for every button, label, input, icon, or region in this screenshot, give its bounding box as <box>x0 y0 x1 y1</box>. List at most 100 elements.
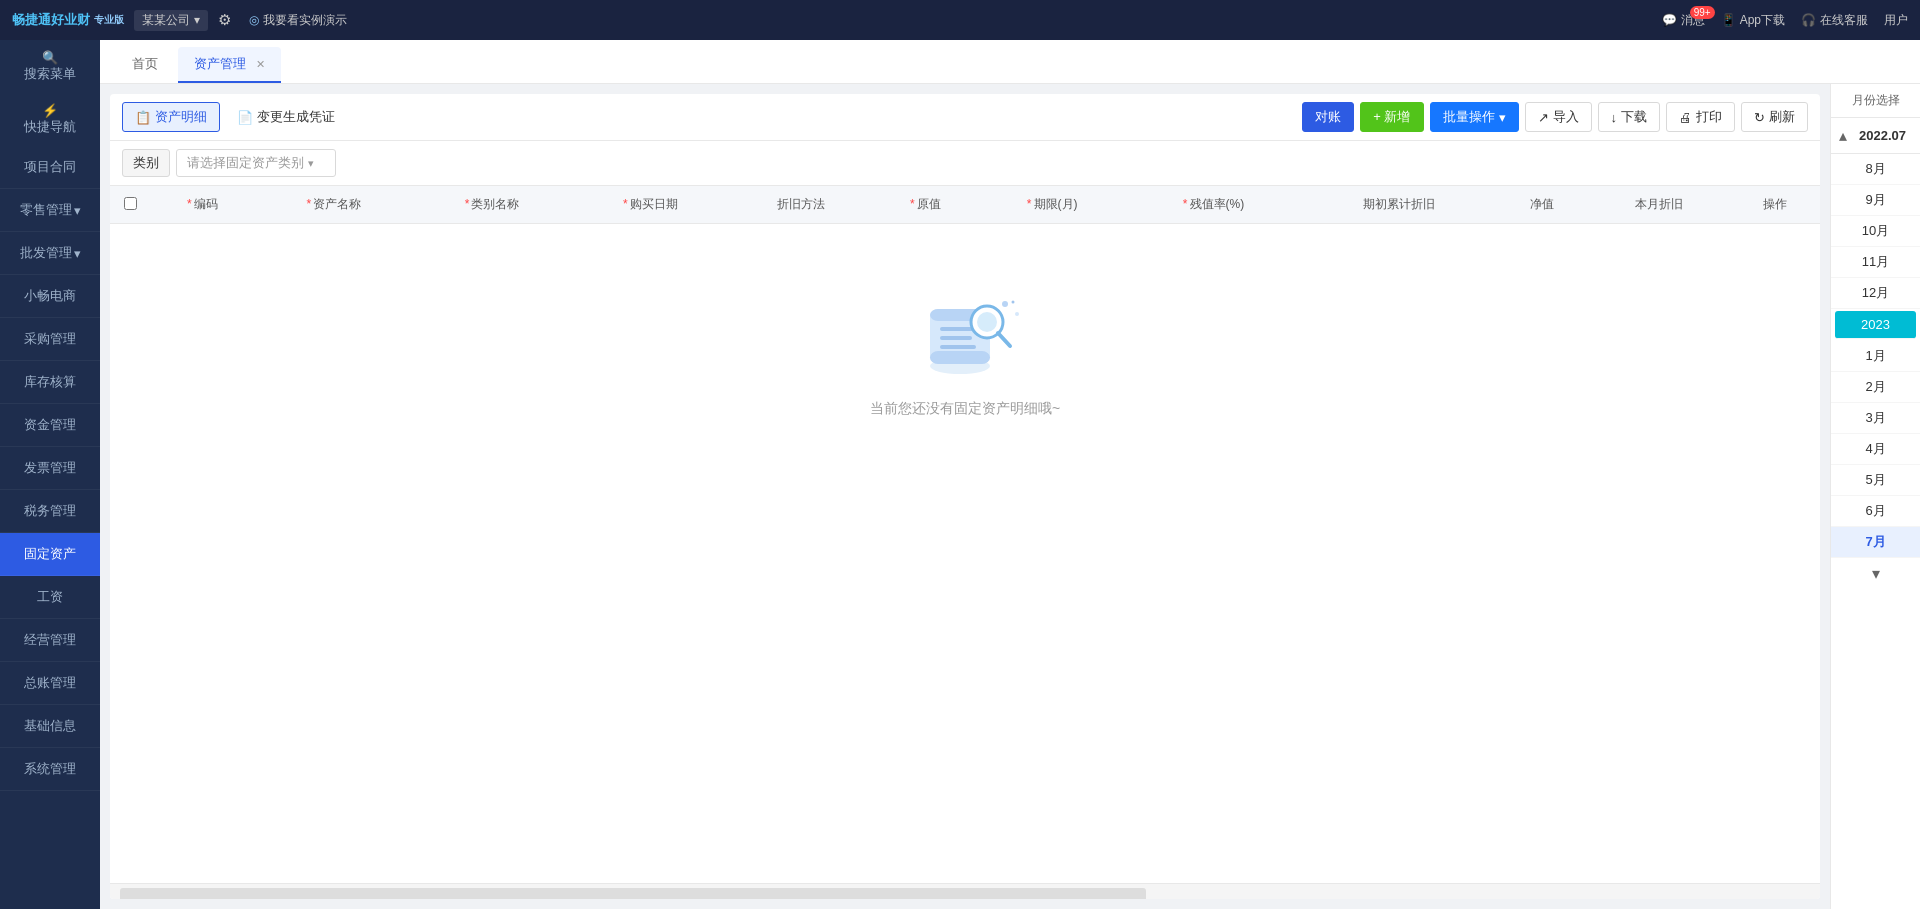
search-icon: 🔍 <box>8 50 92 65</box>
download-button[interactable]: ↓ 下载 <box>1598 102 1661 132</box>
app-download-button[interactable]: 📱 App下载 <box>1721 12 1785 29</box>
month-item-9[interactable]: 9月 <box>1831 185 1920 216</box>
demo-label: 我要看实例演示 <box>263 12 347 29</box>
sidebar-item-basic-info[interactable]: 基础信息 <box>0 705 100 748</box>
tab-close-icon[interactable]: ✕ <box>256 58 265 70</box>
sidebar-item-ecommerce[interactable]: 小畅电商 <box>0 275 100 318</box>
refresh-icon: ↻ <box>1754 110 1765 125</box>
th-operation: 操作 <box>1730 186 1820 224</box>
reconcile-button[interactable]: 对账 <box>1302 102 1354 132</box>
month-item-4[interactable]: 4月 <box>1831 434 1920 465</box>
month-item-3[interactable]: 3月 <box>1831 403 1920 434</box>
online-service-button[interactable]: 🎧 在线客服 <box>1801 12 1868 29</box>
sub-tabs: 📋 资产明细 📄 变更生成凭证 对账 + 新增 <box>110 94 1820 141</box>
page-content: 📋 资产明细 📄 变更生成凭证 对账 + 新增 <box>100 84 1920 909</box>
th-residual-rate: *残值率(%) <box>1127 186 1300 224</box>
sidebar-item-invoice[interactable]: 发票管理 <box>0 447 100 490</box>
tab-home-label: 首页 <box>132 56 158 71</box>
add-label: + 新增 <box>1373 108 1410 126</box>
refresh-label: 刷新 <box>1769 108 1795 126</box>
retail-arrow-icon <box>74 203 81 218</box>
asset-detail-label: 资产明细 <box>155 108 207 126</box>
th-net-value: 净值 <box>1497 186 1587 224</box>
import-icon: ↗ <box>1538 110 1549 125</box>
demo-link[interactable]: ◎ 我要看实例演示 <box>249 12 347 29</box>
topbar-right: 💬 消息 99+ 📱 App下载 🎧 在线客服 用户 <box>1662 12 1908 29</box>
month-item-7[interactable]: 7月 <box>1831 527 1920 558</box>
company-selector[interactable]: 某某公司 ▾ <box>134 10 208 31</box>
sidebar-item-inventory[interactable]: 库存核算 <box>0 361 100 404</box>
topbar: 畅捷通好业财 专业版 某某公司 ▾ ⚙ ◎ 我要看实例演示 💬 消息 99+ 📱… <box>0 0 1920 40</box>
tab-asset-mgmt[interactable]: 资产管理 ✕ <box>178 47 281 83</box>
sidebar-item-system[interactable]: 系统管理 <box>0 748 100 791</box>
bottom-scrollbar[interactable] <box>110 883 1820 899</box>
quick-nav-icon: ⚡ <box>8 103 92 118</box>
month-next-icon[interactable]: ▾ <box>1866 558 1886 589</box>
sub-tab-change-voucher[interactable]: 📄 变更生成凭证 <box>224 102 348 132</box>
sidebar-item-purchase[interactable]: 采购管理 <box>0 318 100 361</box>
change-voucher-icon: 📄 <box>237 110 253 125</box>
svg-rect-5 <box>940 336 972 340</box>
tab-asset-mgmt-label: 资产管理 <box>194 56 246 71</box>
headset-icon: 🎧 <box>1801 13 1816 27</box>
sub-tab-asset-detail[interactable]: 📋 资产明细 <box>122 102 220 132</box>
category-filter[interactable]: 请选择固定资产类别 <box>176 149 336 177</box>
print-button[interactable]: 🖨 打印 <box>1666 102 1735 132</box>
filter-arrow-icon <box>308 157 314 170</box>
svg-point-8 <box>977 312 997 332</box>
demo-icon: ◎ <box>249 13 259 27</box>
batch-arrow-icon <box>1499 110 1506 125</box>
month-prev-icon[interactable]: ▴ <box>1833 124 1853 147</box>
month-item-6[interactable]: 6月 <box>1831 496 1920 527</box>
sidebar-item-wholesale[interactable]: 批发管理 <box>0 232 100 275</box>
content-area: 首页 资产管理 ✕ 📋 资产明细 📄 变更生成凭证 <box>100 40 1920 909</box>
company-name: 某某公司 <box>142 12 190 29</box>
wholesale-label: 批发管理 <box>20 244 72 262</box>
app-logo: 畅捷通好业财 专业版 <box>12 11 124 29</box>
svg-line-9 <box>998 333 1010 346</box>
month-item-2[interactable]: 2月 <box>1831 372 1920 403</box>
sidebar-item-search[interactable]: 🔍 搜索菜单 <box>0 40 100 93</box>
retail-label: 零售管理 <box>20 201 72 219</box>
batch-button[interactable]: 批量操作 <box>1430 102 1519 132</box>
add-button[interactable]: + 新增 <box>1360 102 1423 132</box>
month-panel: 月份选择 ▴ 2022.07 8月 9月 10月 11月 12月 2023 1月… <box>1830 84 1920 909</box>
month-item-8[interactable]: 8月 <box>1831 154 1920 185</box>
sidebar-item-ledger[interactable]: 总账管理 <box>0 662 100 705</box>
sidebar: 🔍 搜索菜单 ⚡ 快捷导航 项目合同 零售管理 批发管理 小畅电商 采购管理 库… <box>0 40 100 909</box>
month-item-5[interactable]: 5月 <box>1831 465 1920 496</box>
sidebar-item-retail[interactable]: 零售管理 <box>0 189 100 232</box>
month-item-10[interactable]: 10月 <box>1831 216 1920 247</box>
table-wrapper: *编码 *资产名称 *类别名称 *购买日期 折旧方法 *原值 *期限(月) *残… <box>110 186 1820 883</box>
sidebar-item-quick-nav[interactable]: ⚡ 快捷导航 <box>0 93 100 146</box>
month-panel-header: 月份选择 <box>1831 84 1920 118</box>
month-item-12[interactable]: 12月 <box>1831 278 1920 309</box>
sidebar-item-fixed-asset[interactable]: 固定资产 <box>0 533 100 576</box>
th-period-months: *期限(月) <box>978 186 1127 224</box>
user-avatar[interactable]: 用户 <box>1884 12 1908 29</box>
empty-state: 当前您还没有固定资产明细哦~ <box>110 224 1820 478</box>
import-label: 导入 <box>1553 108 1579 126</box>
tab-home[interactable]: 首页 <box>116 47 174 83</box>
th-code: *编码 <box>150 186 255 224</box>
message-button[interactable]: 💬 消息 99+ <box>1662 12 1705 29</box>
import-button[interactable]: ↗ 导入 <box>1525 102 1592 132</box>
month-item-1[interactable]: 1月 <box>1831 341 1920 372</box>
app-download-label: App下载 <box>1740 12 1785 29</box>
sidebar-item-business[interactable]: 经营管理 <box>0 619 100 662</box>
sidebar-item-project[interactable]: 项目合同 <box>0 146 100 189</box>
filter-group: 类别 请选择固定资产类别 <box>122 149 336 177</box>
month-item-11[interactable]: 11月 <box>1831 247 1920 278</box>
svg-rect-3 <box>930 351 990 364</box>
sidebar-item-tax[interactable]: 税务管理 <box>0 490 100 533</box>
filter-label: 类别 <box>122 149 170 177</box>
settings-icon[interactable]: ⚙ <box>218 11 231 29</box>
sidebar-item-salary[interactable]: 工资 <box>0 576 100 619</box>
message-badge: 99+ <box>1690 6 1715 19</box>
sidebar-item-fund[interactable]: 资金管理 <box>0 404 100 447</box>
svg-rect-6 <box>940 345 976 349</box>
main-layout: 🔍 搜索菜单 ⚡ 快捷导航 项目合同 零售管理 批发管理 小畅电商 采购管理 库… <box>0 40 1920 909</box>
th-asset-name: *资产名称 <box>255 186 413 224</box>
refresh-button[interactable]: ↻ 刷新 <box>1741 102 1808 132</box>
select-all-checkbox[interactable] <box>124 197 137 210</box>
